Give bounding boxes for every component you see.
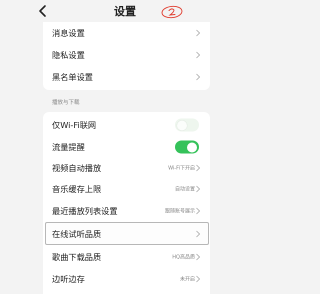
settings-group-general: 消息设置 隐私设置 黑名单设置	[43, 22, 210, 90]
row-label: 边听边存	[52, 274, 85, 284]
chevron-right-icon	[196, 185, 200, 193]
row-value: 自动设置	[174, 186, 195, 193]
recent-playlist-settings-row[interactable]: 最近播放列表设置 跟随账号展示	[43, 200, 210, 222]
chevron-right-icon	[196, 164, 200, 172]
page-title: 设置	[114, 5, 136, 18]
row-label: 音乐缓存上限	[52, 184, 102, 194]
song-download-quality-row[interactable]: 歌曲下载品质 HQ高品质	[43, 246, 210, 268]
row-label: 消息设置	[52, 28, 85, 38]
navigation-bar: 设置	[0, 0, 250, 22]
chevron-right-icon	[196, 230, 200, 237]
row-value: HQ高品质	[172, 254, 195, 261]
row-value: Wi-Fi下开启	[168, 165, 195, 172]
data-usage-alert-toggle[interactable]	[175, 140, 199, 154]
row-label: 歌曲下载品质	[52, 252, 102, 262]
online-preview-quality-row[interactable]: 在线试听品质	[45, 222, 209, 245]
row-label: 最近播放列表设置	[52, 206, 118, 216]
row-label: 仅Wi-Fi联网	[52, 120, 97, 130]
row-label: 流量提醒	[52, 142, 85, 152]
section-title-playback: 播放与下载	[52, 100, 80, 106]
row-value: 未开启	[179, 276, 195, 283]
chevron-right-icon	[196, 29, 200, 37]
cache-while-listening-row[interactable]: 边听边存 未开启	[43, 268, 210, 290]
music-cache-limit-row[interactable]: 音乐缓存上限 自动设置	[43, 178, 210, 200]
data-usage-alert-row: 流量提醒	[43, 136, 210, 158]
message-settings-row[interactable]: 消息设置	[43, 22, 210, 44]
toggle-knob	[177, 120, 187, 130]
row-label: 在线试听品质	[52, 228, 102, 239]
settings-group-playback: 仅Wi-Fi联网 流量提醒 视频自动播放 Wi-Fi下开启 音乐缓存上限 自动设…	[43, 112, 210, 294]
handwritten-annotation-mark	[161, 5, 183, 19]
blacklist-settings-row[interactable]: 黑名单设置	[43, 66, 210, 88]
privacy-settings-row[interactable]: 隐私设置	[43, 44, 210, 66]
row-value: 跟随账号展示	[164, 208, 195, 215]
wifi-only-row: 仅Wi-Fi联网	[43, 114, 210, 136]
chevron-right-icon	[196, 51, 200, 59]
wifi-only-toggle[interactable]	[175, 118, 199, 132]
chevron-right-icon	[196, 207, 200, 215]
row-label: 隐私设置	[52, 50, 85, 60]
row-label: 黑名单设置	[52, 72, 93, 82]
video-autoplay-row[interactable]: 视频自动播放 Wi-Fi下开启	[43, 157, 210, 179]
row-label: 视频自动播放	[52, 163, 102, 173]
chevron-right-icon	[196, 253, 200, 261]
toggle-knob	[187, 142, 197, 152]
chevron-right-icon	[196, 275, 200, 283]
chevron-right-icon	[196, 73, 200, 81]
